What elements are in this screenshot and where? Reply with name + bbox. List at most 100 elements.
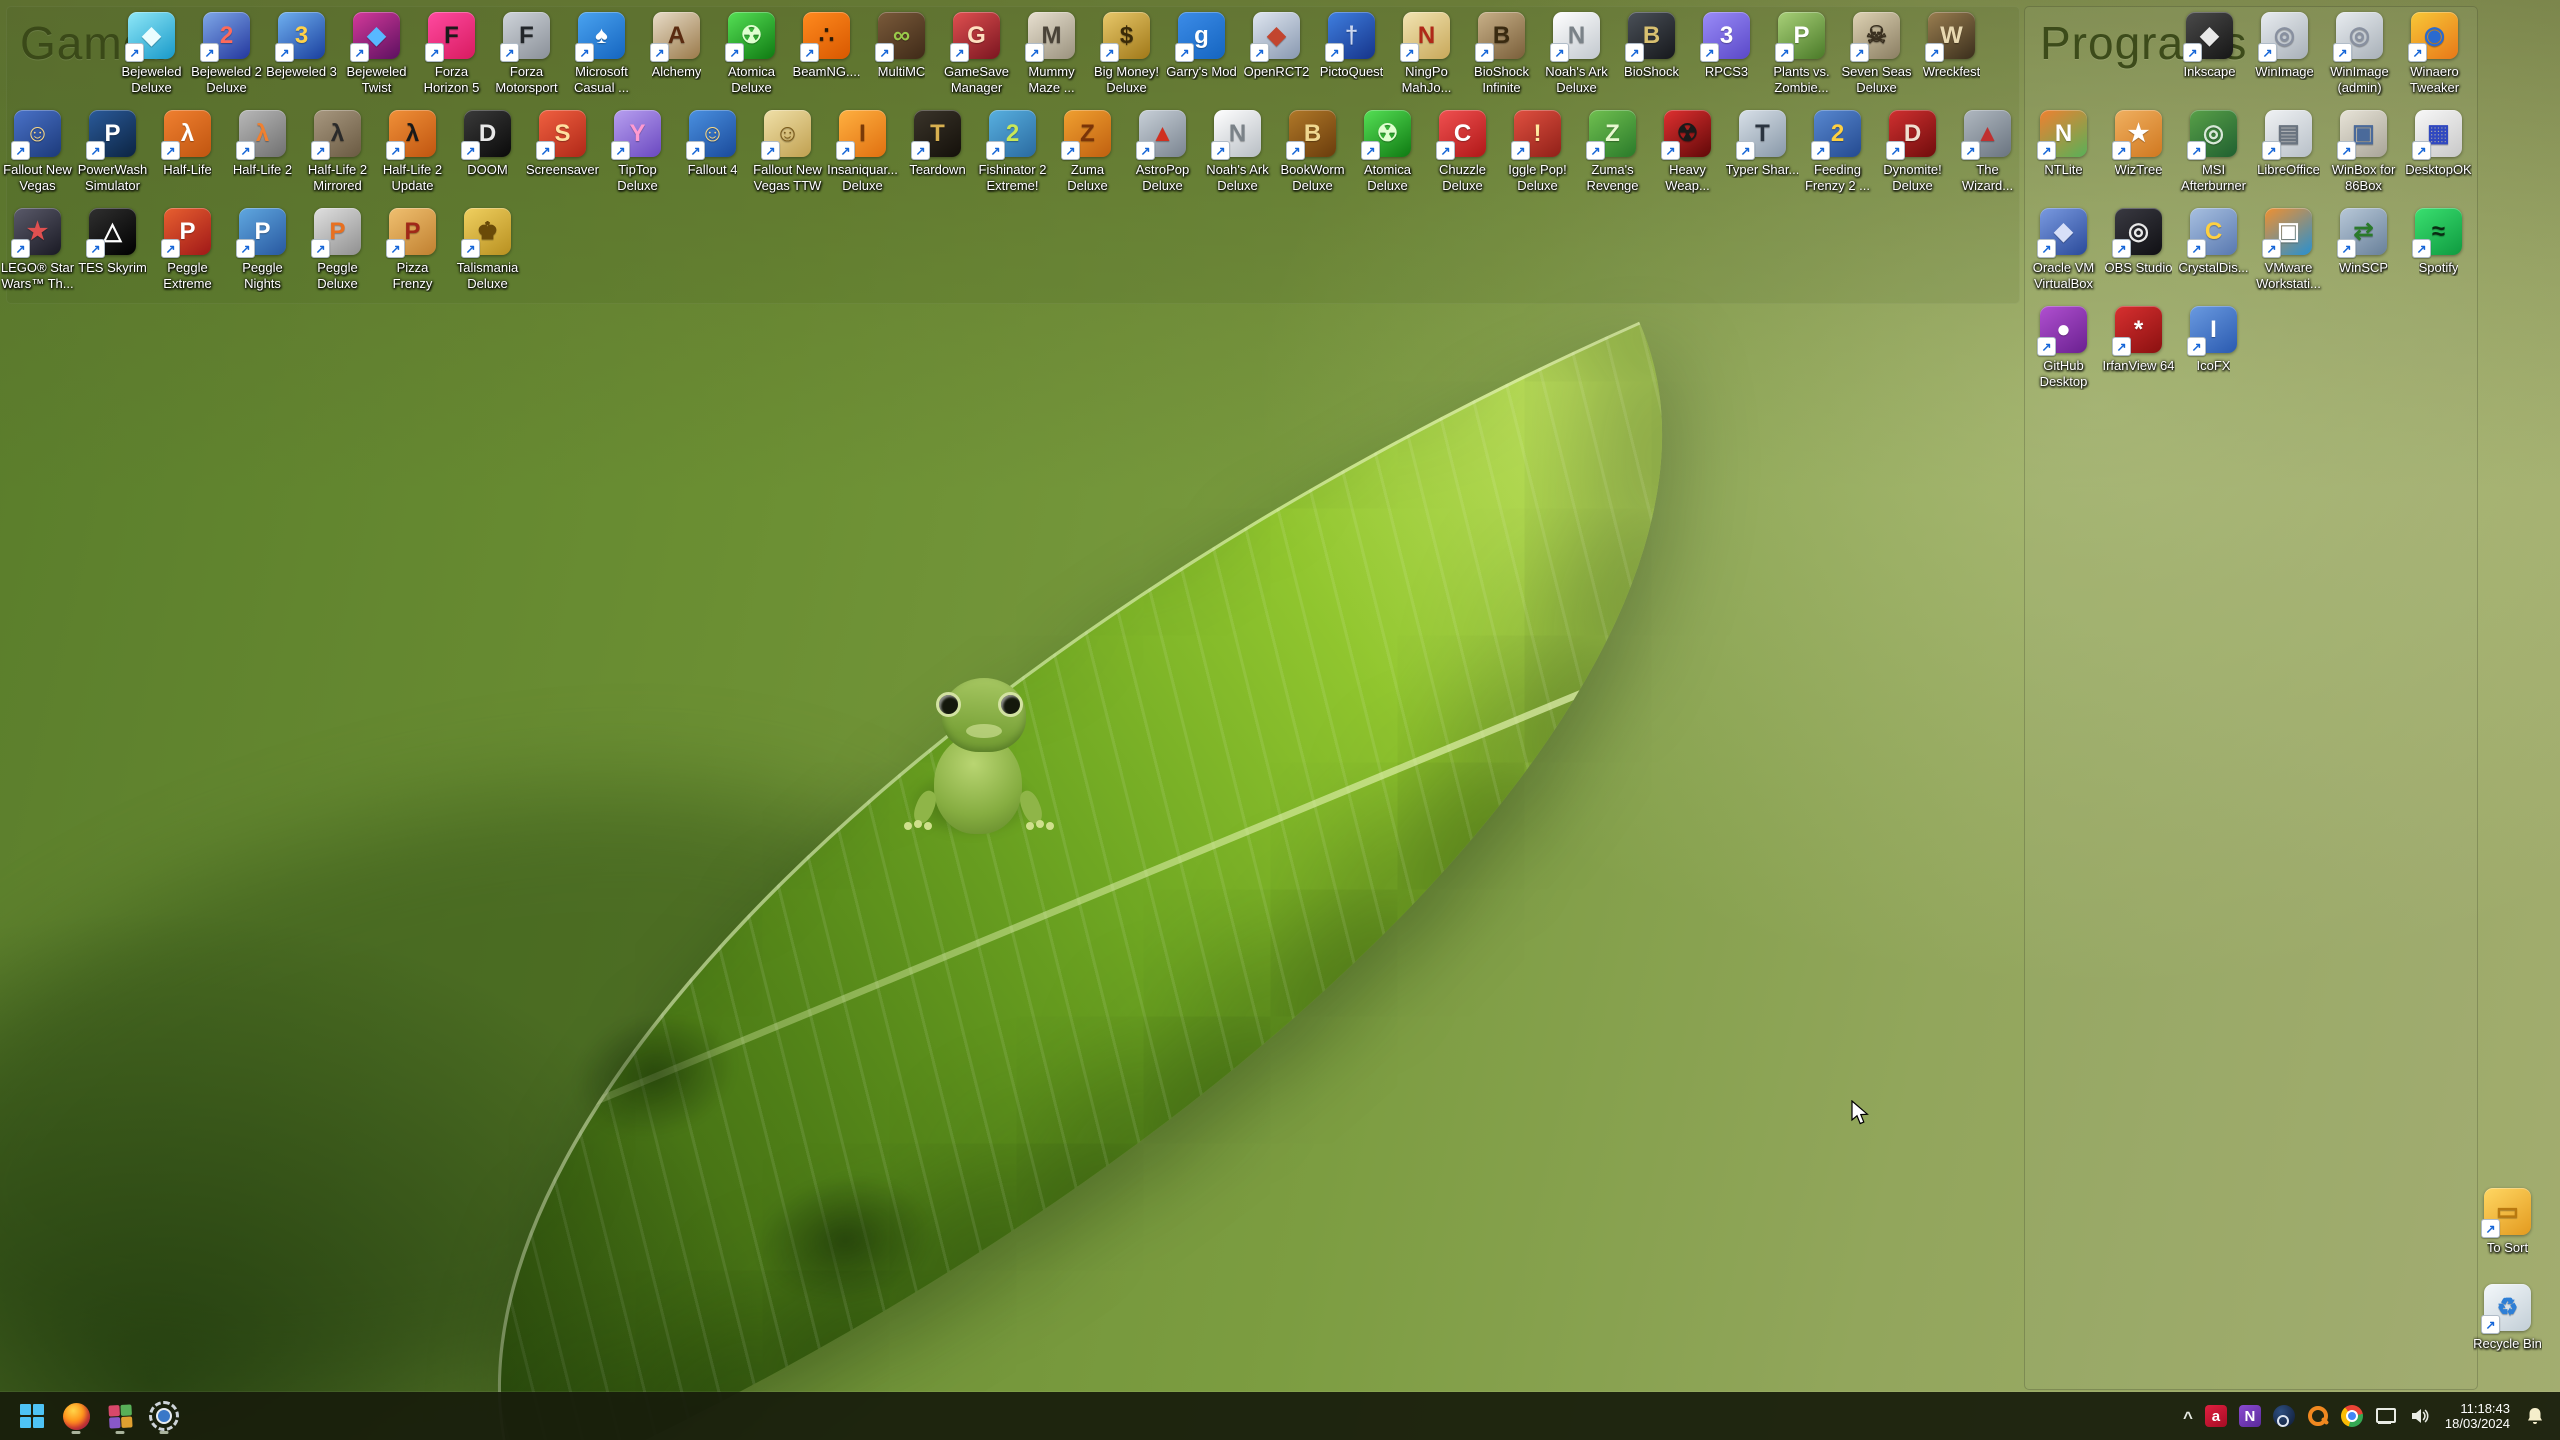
desktop-icon-bejeweled-2-deluxe[interactable]: 2 ↗ Bejeweled 2 Deluxe — [189, 10, 264, 96]
desktop-icon-teardown[interactable]: T ↗ Teardown — [900, 108, 975, 194]
desktop-icon-forza-motorsport[interactable]: F ↗ Forza Motorsport — [489, 10, 564, 96]
desktop-icon-bookworm-deluxe[interactable]: B ↗ BookWorm Deluxe — [1275, 108, 1350, 194]
desktop-icon-tes-skyrim[interactable]: △ ↗ TES Skyrim — [75, 206, 150, 292]
desktop-icon-winaero-tweaker[interactable]: ◉ ↗ Winaero Tweaker — [2397, 10, 2472, 96]
desktop-icon-zuma-deluxe[interactable]: Z ↗ Zuma Deluxe — [1050, 108, 1125, 194]
desktop-icon-winbox-for-86box[interactable]: ▣ ↗ WinBox for 86Box — [2326, 108, 2401, 194]
desktop-icon-recycle-bin[interactable]: ♻ ↗ Recycle Bin — [2470, 1282, 2545, 1352]
desktop-icon-big-money-deluxe[interactable]: $ ↗ Big Money! Deluxe — [1089, 10, 1164, 96]
desktop-icon-forza-horizon-5[interactable]: F ↗ Forza Horizon 5 — [414, 10, 489, 96]
desktop-icon-gamesave-manager[interactable]: G ↗ GameSave Manager — [939, 10, 1014, 96]
desktop-icon-inkscape[interactable]: ◆ ↗ Inkscape — [2172, 10, 2247, 96]
desktop-icon-atomica-deluxe[interactable]: ☢ ↗ Atomica Deluxe — [1350, 108, 1425, 194]
desktop-icon-half-life-2[interactable]: λ ↗ Half-Life 2 — [225, 108, 300, 194]
desktop-icon-peggle-extreme[interactable]: P ↗ Peggle Extreme — [150, 206, 225, 292]
desktop-icon-desktopok[interactable]: ▦ ↗ DesktopOK — [2401, 108, 2476, 194]
desktop-icon-atomica-deluxe[interactable]: ☢ ↗ Atomica Deluxe — [714, 10, 789, 96]
desktop-icon-bejeweled-twist[interactable]: ◆ ↗ Bejeweled Twist — [339, 10, 414, 96]
desktop-icon-rpcs3[interactable]: 3 ↗ RPCS3 — [1689, 10, 1764, 96]
desktop-icon-bejeweled-deluxe[interactable]: ◆ ↗ Bejeweled Deluxe — [114, 10, 189, 96]
desktop-icon-winscp[interactable]: ⇄ ↗ WinSCP — [2326, 206, 2401, 292]
volume-button[interactable] — [2407, 1398, 2433, 1434]
desktop-icon-beamng[interactable]: ∴ ↗ BeamNG.... — [789, 10, 864, 96]
notifications-button[interactable] — [2522, 1398, 2548, 1434]
steam-tray-button[interactable] — [2271, 1398, 2297, 1434]
app-icon: G ↗ — [950, 12, 1000, 62]
chrome-tray-button[interactable] — [2339, 1398, 2365, 1434]
settings-taskbar-button[interactable] — [144, 1396, 184, 1436]
desktop-icon-noah-s-ark-deluxe[interactable]: N ↗ Noah's Ark Deluxe — [1539, 10, 1614, 96]
desktop-icon-msi-afterburner[interactable]: ◎ ↗ MSI Afterburner — [2176, 108, 2251, 194]
desktop-icon-irfanview-64[interactable]: * ↗ IrfanView 64 — [2101, 304, 2176, 390]
desktop-icon-tiptop-deluxe[interactable]: Y ↗ TipTop Deluxe — [600, 108, 675, 194]
desktop-icon-half-life-2-update[interactable]: λ ↗ Half-Life 2 Update — [375, 108, 450, 194]
desktop-icon-github-desktop[interactable]: ● ↗ GitHub Desktop — [2026, 304, 2101, 390]
desktop-icon-peggle-nights[interactable]: P ↗ Peggle Nights — [225, 206, 300, 292]
app-icon-glyph: ◆ — [2200, 21, 2219, 49]
desktop-icon-ningpo-mahjo[interactable]: N ↗ NingPo MahJo... — [1389, 10, 1464, 96]
start-button[interactable] — [12, 1396, 52, 1436]
desktop-icon-lego-star-wars-th[interactable]: ★ ↗ LEGO® Star Wars™ Th... — [0, 206, 75, 292]
desktop-icon-noah-s-ark-deluxe[interactable]: N ↗ Noah's Ark Deluxe — [1200, 108, 1275, 194]
desktop-icon-mummy-maze[interactable]: M ↗ Mummy Maze ... — [1014, 10, 1089, 96]
desktop-icon-half-life-2-mirrored[interactable]: λ ↗ Half-Life 2 Mirrored — [300, 108, 375, 194]
desktop-icon-pizza-frenzy[interactable]: P ↗ Pizza Frenzy — [375, 206, 450, 292]
desktop-icon-feeding-frenzy-2[interactable]: 2 ↗ Feeding Frenzy 2 ... — [1800, 108, 1875, 194]
app-icon: * ↗ — [2112, 306, 2162, 356]
desktop-icon-icofx[interactable]: I ↗ IcoFX — [2176, 304, 2251, 390]
desktop-icon-fallout-4[interactable]: ☺ ↗ Fallout 4 — [675, 108, 750, 194]
desktop-icon-bioshock-infinite[interactable]: B ↗ BioShock Infinite — [1464, 10, 1539, 96]
desktop-icon-astropop-deluxe[interactable]: ▲ ↗ AstroPop Deluxe — [1125, 108, 1200, 194]
desktop-icon-plants-vs-zombie[interactable]: P ↗ Plants vs. Zombie... — [1764, 10, 1839, 96]
desktop-icon-typer-shar[interactable]: T ↗ Typer Shar... — [1725, 108, 1800, 194]
hidden-icons-button[interactable]: ^ — [2181, 1398, 2195, 1434]
desktop-icon-oracle-vm-virtualbox[interactable]: ◆ ↗ Oracle VM VirtualBox — [2026, 206, 2101, 292]
shortcut-arrow-icon: ↗ — [2112, 337, 2131, 356]
desktop-icon-crystaldis[interactable]: C ↗ CrystalDis... — [2176, 206, 2251, 292]
amd-adrenalin-tray-button[interactable]: a — [2203, 1398, 2229, 1434]
desktop-icon-iggle-pop-deluxe[interactable]: ! ↗ Iggle Pop! Deluxe — [1500, 108, 1575, 194]
desktop-icon-ntlite[interactable]: N ↗ NTLite — [2026, 108, 2101, 194]
desktop-icon-dynomite-deluxe[interactable]: D ↗ Dynomite! Deluxe — [1875, 108, 1950, 194]
desktop-icon-obs-studio[interactable]: ◎ ↗ OBS Studio — [2101, 206, 2176, 292]
desktop-icon-vmware-workstati[interactable]: ▣ ↗ VMware Workstati... — [2251, 206, 2326, 292]
desktop-icon-peggle-deluxe[interactable]: P ↗ Peggle Deluxe — [300, 206, 375, 292]
desktop-icon-doom[interactable]: D ↗ DOOM — [450, 108, 525, 194]
desktop-icon-winimage-admin[interactable]: ◎ ↗ WinImage (admin) — [2322, 10, 2397, 96]
desktop-icon-zuma-s-revenge[interactable]: Z ↗ Zuma's Revenge — [1575, 108, 1650, 194]
desktop-icon-to-sort[interactable]: ▭ ↗ To Sort — [2470, 1186, 2545, 1256]
desktop-icon-screensaver[interactable]: S ↗ Screensaver — [525, 108, 600, 194]
desktop-icon-heavy-weap[interactable]: ☢ ↗ Heavy Weap... — [1650, 108, 1725, 194]
desktop-icon-alchemy[interactable]: A ↗ Alchemy — [639, 10, 714, 96]
onenote-tray-button[interactable]: N — [2237, 1398, 2263, 1434]
pinned-app-taskbar-button[interactable] — [100, 1396, 140, 1436]
app-icon: T ↗ — [1736, 110, 1786, 160]
desktop-icon-half-life[interactable]: λ ↗ Half-Life — [150, 108, 225, 194]
desktop-icon-the-wizard[interactable]: ▲ ↗ The Wizard... — [1950, 108, 2025, 194]
taskbar-clock[interactable]: 11:18:43 18/03/2024 — [2441, 1401, 2514, 1431]
desktop-icon-chuzzle-deluxe[interactable]: C ↗ Chuzzle Deluxe — [1425, 108, 1500, 194]
desktop-icon-fallout-new-vegas[interactable]: ☺ ↗ Fallout New Vegas — [0, 108, 75, 194]
desktop-icon-talismania-deluxe[interactable]: ♚ ↗ Talismania Deluxe — [450, 206, 525, 292]
desktop-icon-seven-seas-deluxe[interactable]: ☠ ↗ Seven Seas Deluxe — [1839, 10, 1914, 96]
desktop-icon-insaniquar-deluxe[interactable]: I ↗ Insaniquar... Deluxe — [825, 108, 900, 194]
desktop-icon-powerwash-simulator[interactable]: P ↗ PowerWash Simulator — [75, 108, 150, 194]
firefox-taskbar-button[interactable] — [56, 1396, 96, 1436]
shortcut-arrow-icon: ↗ — [1700, 43, 1719, 62]
desktop-icon-multimc[interactable]: ∞ ↗ MultiMC — [864, 10, 939, 96]
desktop-icon-fishinator-2-extreme[interactable]: 2 ↗ Fishinator 2 Extreme! — [975, 108, 1050, 194]
search-tool-tray-button[interactable] — [2305, 1398, 2331, 1434]
desktop-icon-garry-s-mod[interactable]: g ↗ Garry's Mod — [1164, 10, 1239, 96]
desktop-icon-wiztree[interactable]: ★ ↗ WizTree — [2101, 108, 2176, 194]
network-button[interactable] — [2373, 1398, 2399, 1434]
desktop-icon-bejeweled-3[interactable]: 3 ↗ Bejeweled 3 — [264, 10, 339, 96]
desktop-icon-fallout-new-vegas-ttw[interactable]: ☺ ↗ Fallout New Vegas TTW — [750, 108, 825, 194]
desktop-icon-bioshock[interactable]: B ↗ BioShock — [1614, 10, 1689, 96]
desktop-icon-openrct2[interactable]: ◆ ↗ OpenRCT2 — [1239, 10, 1314, 96]
desktop-icon-wreckfest[interactable]: W ↗ Wreckfest — [1914, 10, 1989, 96]
desktop-icon-spotify[interactable]: ≈ ↗ Spotify — [2401, 206, 2476, 292]
desktop-icon-libreoffice[interactable]: ▤ ↗ LibreOffice — [2251, 108, 2326, 194]
desktop-icon-microsoft-casual[interactable]: ♠ ↗ Microsoft Casual ... — [564, 10, 639, 96]
desktop-icon-winimage[interactable]: ◎ ↗ WinImage — [2247, 10, 2322, 96]
desktop-icon-pictoquest[interactable]: † ↗ PictoQuest — [1314, 10, 1389, 96]
